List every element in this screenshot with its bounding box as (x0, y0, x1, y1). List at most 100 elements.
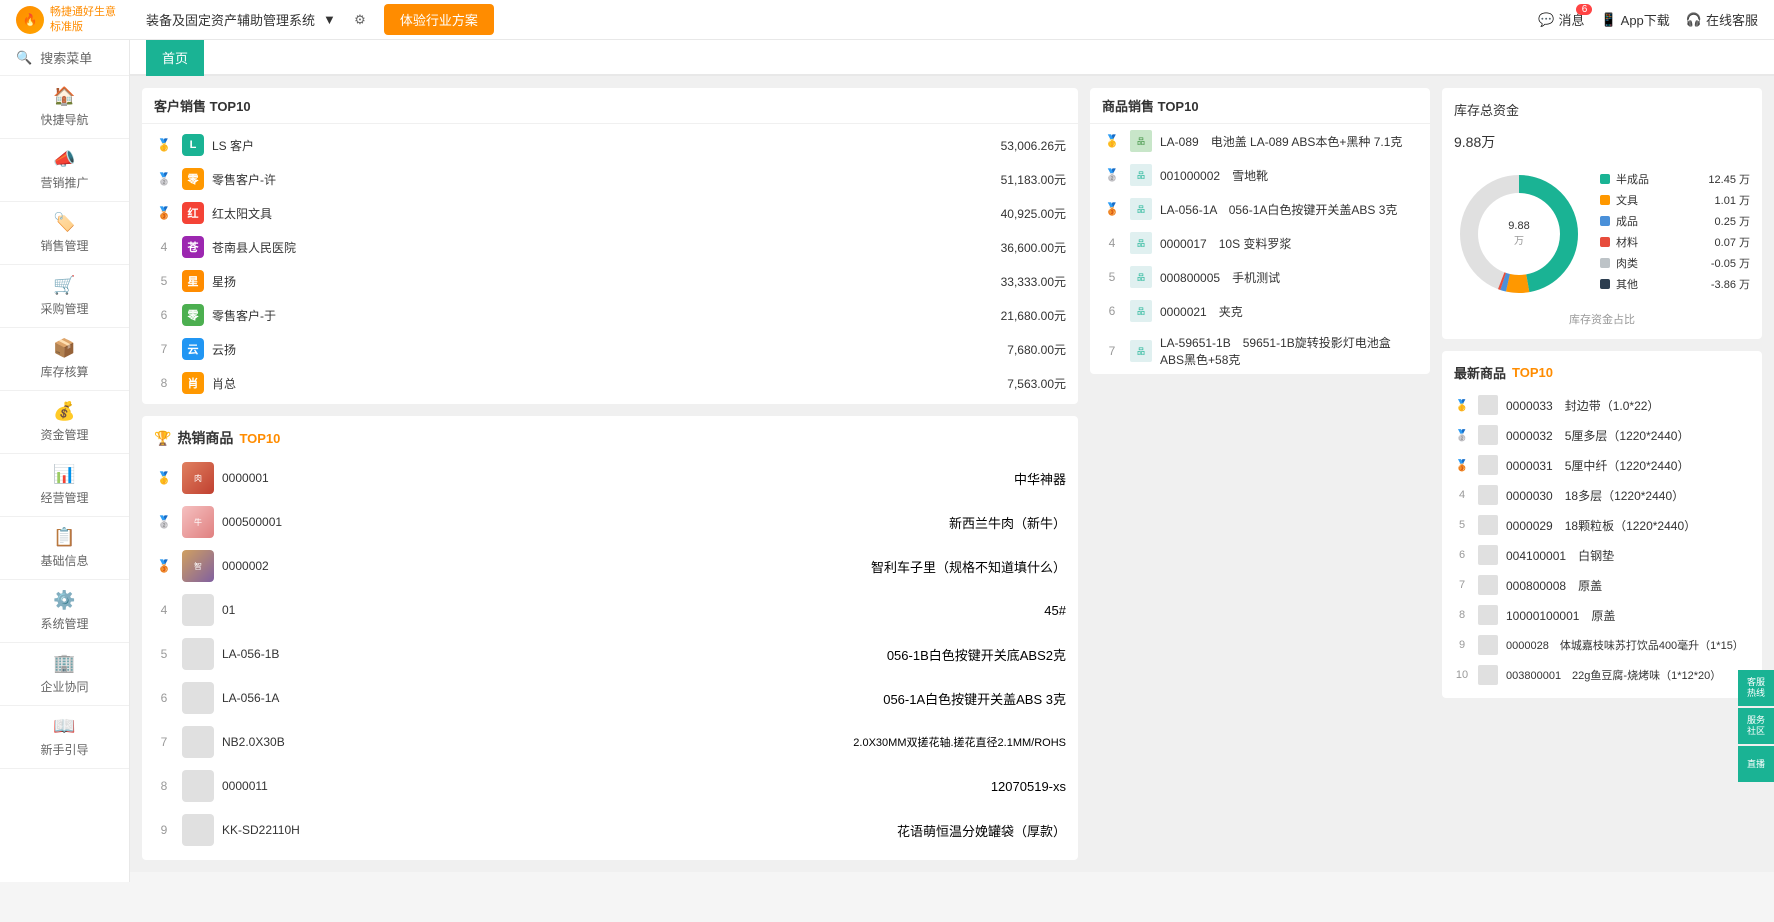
product-name: LA-089 电池盖 LA-089 ABS本色+黑种 7.1克 (1160, 133, 1418, 150)
sidebar-item-operations[interactable]: 📊 经营管理 (0, 454, 129, 517)
rank-icon: 🥈 (154, 172, 174, 186)
product-name: 中华神器 (1014, 469, 1066, 488)
rank-num: 7 (154, 735, 174, 749)
rank-num: 6 (1102, 304, 1122, 318)
customer-badge: L (182, 134, 204, 156)
product-name: 001000002 雪地靴 (1160, 167, 1418, 184)
new-product-item: 🥇 0000033 封边带（1.0*22） (1442, 390, 1762, 420)
product-image (1478, 575, 1498, 595)
hot-products-title: 热销商品 (177, 428, 233, 448)
new-products-card: 最新商品 TOP10 🥇 0000033 封边带（1.0*22） 🥈 00000… (1442, 351, 1762, 698)
headset-icon: 🎧 (1686, 12, 1702, 28)
top-header: 🔥 畅捷通好生意 标准版 装备及固定资产辅助管理系统 ▼ ⚙ 体验行业方案 💬 … (0, 0, 1774, 40)
customer-badge: 苍 (182, 236, 204, 258)
phone-icon: 📱 (1600, 12, 1616, 28)
customer-badge: 肖 (182, 372, 204, 394)
new-product-item: 6 004100001 白钢垫 (1442, 540, 1762, 570)
sidebar-item-finance[interactable]: 💰 资金管理 (0, 391, 129, 454)
product-info: 0000028 体城嘉枝味苏打饮品400毫升（1*15） (1506, 637, 1750, 653)
rank-num: 5 (1102, 270, 1122, 284)
product-name: 2.0X30MM双搓花轴.搓花直径2.1MM/ROHS (853, 734, 1066, 750)
rank-icon: 🥈 (1454, 429, 1470, 442)
sidebar-item-guide[interactable]: 📖 新手引导 (0, 706, 129, 769)
rank-num: 9 (1454, 639, 1470, 651)
sidebar-item-system[interactable]: ⚙️ 系统管理 (0, 580, 129, 643)
customer-name: 苍南县人民医院 (212, 239, 993, 256)
sidebar-item-sales[interactable]: 🏷️ 销售管理 (0, 202, 129, 265)
content-area: 客户销售 TOP10 🥇 L LS 客户 53,006.26元 🥈 零 零售客户… (130, 76, 1774, 872)
search-menu-button[interactable]: 🔍 搜索菜单 (0, 40, 129, 76)
rank-num: 8 (1454, 609, 1470, 621)
system-icon: ⚙️ (53, 590, 75, 611)
sidebar-item-purchase[interactable]: 🛒 采购管理 (0, 265, 129, 328)
enterprise-icon: 🏢 (53, 653, 75, 674)
legend-value: -0.05 万 (1711, 255, 1750, 271)
new-product-item: 🥉 0000031 5厘中纤（1220*2440） (1442, 450, 1762, 480)
hot-product-item: 8 0000011 12070519-xs (142, 764, 1078, 808)
rank-icon: 🥉 (1102, 202, 1122, 216)
rank-num: 6 (1454, 549, 1470, 561)
product-image: 智 (182, 550, 214, 582)
product-item: 5 品 000800005 手机测试 (1090, 260, 1430, 294)
product-info: 0000031 5厘中纤（1220*2440） (1506, 457, 1750, 474)
customer-badge: 红 (182, 202, 204, 224)
legend-label: 肉类 (1616, 255, 1705, 271)
purchase-icon: 🛒 (53, 275, 75, 296)
product-name: LA-59651-1B 59651-1B旋转投影灯电池盒 ABS黑色+58克 (1160, 334, 1418, 368)
home-icon: 🏠 (53, 86, 75, 107)
customer-amount: 51,183.00元 (1001, 171, 1066, 188)
hot-product-item: 6 LA-056-1A 056-1A白色按键开关盖ABS 3克 (142, 676, 1078, 720)
product-image (1478, 395, 1498, 415)
product-image (182, 682, 214, 714)
rank-num: 4 (154, 603, 174, 617)
customer-item: 5 星 星扬 33,333.00元 (142, 264, 1078, 298)
tab-home[interactable]: 首页 (146, 40, 204, 76)
rank-num: 8 (154, 779, 174, 793)
sidebar-item-marketing[interactable]: 📣 营销推广 (0, 139, 129, 202)
system-selector[interactable]: 装备及固定资产辅助管理系统 ▼ (146, 10, 336, 29)
product-info: 0000032 5厘多层（1220*2440） (1506, 427, 1750, 444)
customer-sales-card: 客户销售 TOP10 🥇 L LS 客户 53,006.26元 🥈 零 零售客户… (142, 88, 1078, 404)
sidebar-item-basic-info[interactable]: 📋 基础信息 (0, 517, 129, 580)
basic-info-icon: 📋 (53, 527, 75, 548)
online-service-button[interactable]: 🎧 在线客服 (1686, 10, 1758, 29)
settings-button[interactable]: ⚙ (348, 8, 372, 32)
product-item: 🥈 品 001000002 雪地靴 (1090, 158, 1430, 192)
app-download-button[interactable]: 📱 App下载 (1600, 10, 1669, 29)
legend-item: 其他 -3.86 万 (1600, 276, 1750, 292)
search-icon: 🔍 (16, 50, 32, 66)
sidebar-item-quick-nav[interactable]: 🏠 快捷导航 (0, 76, 129, 139)
new-product-item: 10 003800001 22g鱼豆腐-烧烤味（1*12*20） (1442, 660, 1762, 690)
product-code: NB2.0X30B (222, 735, 845, 749)
product-code: 01 (222, 603, 1036, 617)
customer-amount: 36,600.00元 (1001, 239, 1066, 256)
customer-badge: 零 (182, 304, 204, 326)
legend-value: -3.86 万 (1711, 276, 1750, 292)
rank-icon: 🥇 (1454, 399, 1470, 412)
hot-product-item: 9 KK-SD22110H 花语萌恒温分娩罐袋（厚款） (142, 808, 1078, 852)
cs-community-button[interactable]: 服务社区 (1738, 708, 1774, 744)
customer-item: 7 云 云扬 7,680.00元 (142, 332, 1078, 366)
inventory-legend: 半成品 12.45 万 文具 1.01 万 成品 0.25 万 (1600, 171, 1750, 297)
header-center: 装备及固定资产辅助管理系统 ▼ ⚙ 体验行业方案 (146, 4, 1538, 35)
legend-label: 文具 (1616, 192, 1709, 208)
message-button[interactable]: 💬 消息 6 (1538, 10, 1584, 29)
product-sales-list: 🥇 品 LA-089 电池盖 LA-089 ABS本色+黑种 7.1克 🥈 品 … (1090, 124, 1430, 374)
customer-name: 零售客户-于 (212, 307, 993, 324)
cs-live-button[interactable]: 直播 (1738, 746, 1774, 782)
product-sales-header: 商品销售 TOP10 (1090, 88, 1430, 124)
product-item: 6 品 0000021 夹克 (1090, 294, 1430, 328)
rank-num: 5 (154, 274, 174, 288)
product-image: 品 (1130, 340, 1152, 362)
legend-dot (1600, 195, 1610, 205)
logo-area: 🔥 畅捷通好生意 标准版 (16, 5, 146, 34)
chart-subtitle: 库存资金占比 (1454, 311, 1750, 327)
trial-button[interactable]: 体验行业方案 (384, 4, 494, 35)
cs-hotline-button[interactable]: 客服热线 (1738, 670, 1774, 706)
hot-product-item: 4 01 45# (142, 588, 1078, 632)
sidebar-item-enterprise[interactable]: 🏢 企业协同 (0, 643, 129, 706)
product-image (1478, 425, 1498, 445)
sidebar-item-inventory[interactable]: 📦 库存核算 (0, 328, 129, 391)
product-image (182, 638, 214, 670)
product-name: 0000021 夹克 (1160, 303, 1418, 320)
